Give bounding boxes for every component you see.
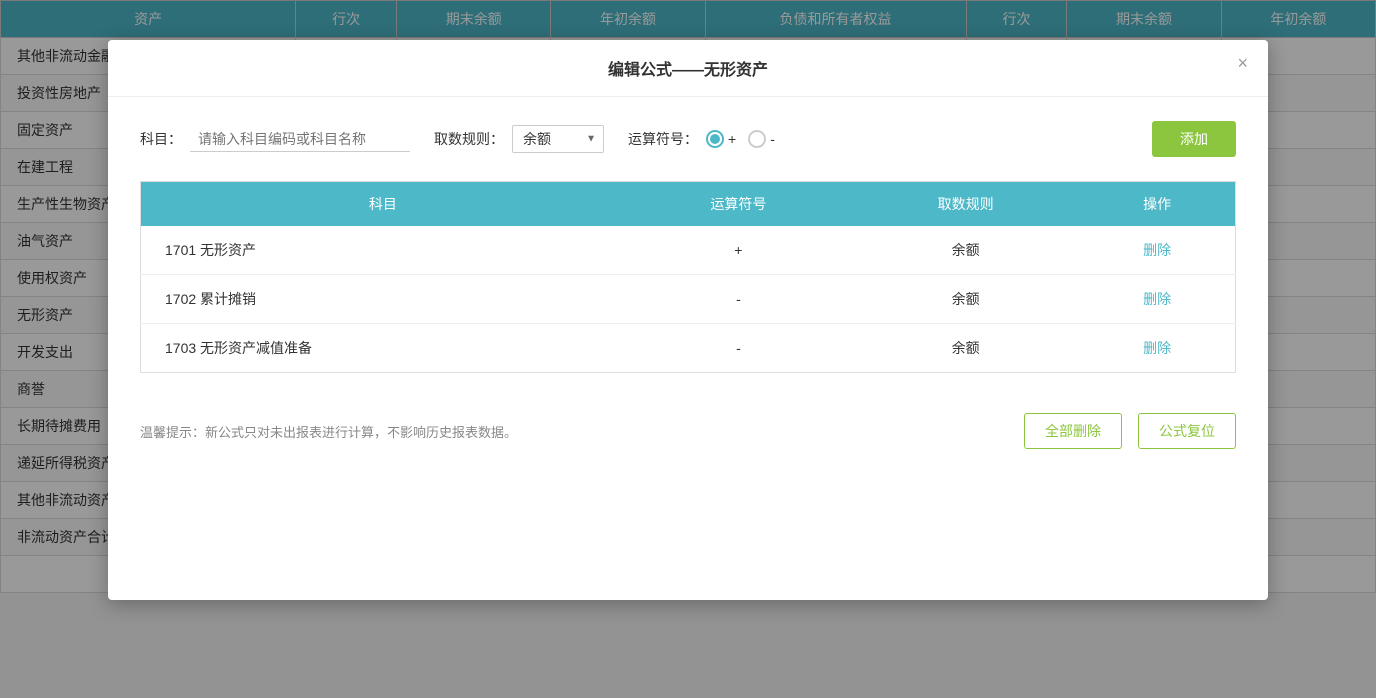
formula-table: 科目运算符号取数规则操作 1701 无形资产+余额删除1702 累计摊销-余额删… <box>140 181 1236 373</box>
formula-rule-cell: 余额 <box>852 226 1079 275</box>
add-button[interactable]: 添加 <box>1152 121 1236 157</box>
rule-label: 取数规则： <box>434 129 504 149</box>
modal-dialog: 编辑公式——无形资产 × 科目： 取数规则： 余额 期初余额 借方 <box>108 40 1268 600</box>
subject-input[interactable] <box>190 127 410 152</box>
subject-label: 科目： <box>140 129 182 149</box>
operator-label: 运算符号： <box>628 129 698 149</box>
radio-minus-item[interactable]: - <box>748 130 775 148</box>
formula-table-row: 1702 累计摊销-余额 删除 <box>141 275 1236 324</box>
radio-minus-label: - <box>770 131 775 147</box>
formula-table-header: 操作 <box>1079 182 1235 227</box>
reset-formula-button[interactable]: 公式复位 <box>1138 413 1236 449</box>
footer-buttons: 全部删除 公式复位 <box>1024 413 1236 449</box>
formula-action-cell: 删除 <box>1079 226 1235 275</box>
formula-delete-button[interactable]: 删除 <box>1143 338 1171 358</box>
formula-action-cell: 删除 <box>1079 324 1235 373</box>
formula-delete-button[interactable]: 删除 <box>1143 240 1171 260</box>
radio-plus-label: + <box>728 131 736 147</box>
formula-table-row: 1701 无形资产+余额 删除 <box>141 226 1236 275</box>
formula-delete-button[interactable]: 删除 <box>1143 289 1171 309</box>
formula-operator-cell: - <box>625 324 852 373</box>
modal-overlay: 编辑公式——无形资产 × 科目： 取数规则： 余额 期初余额 借方 <box>0 0 1376 698</box>
formula-table-header: 科目 <box>141 182 625 227</box>
modal-header: 编辑公式——无形资产 × <box>108 40 1268 97</box>
formula-operator-cell: - <box>625 275 852 324</box>
formula-table-header: 取数规则 <box>852 182 1079 227</box>
form-row: 科目： 取数规则： 余额 期初余额 借方 贷方 ▼ <box>140 121 1236 157</box>
operator-radio-group: + - <box>706 130 775 148</box>
formula-action-cell: 删除 <box>1079 275 1235 324</box>
modal-body: 科目： 取数规则： 余额 期初余额 借方 贷方 ▼ <box>108 97 1268 397</box>
radio-plus-item[interactable]: + <box>706 130 736 148</box>
footer-tip: 温馨提示：新公式只对未出报表进行计算，不影响历史报表数据。 <box>140 422 517 441</box>
formula-rule-cell: 余额 <box>852 275 1079 324</box>
formula-subject-cell: 1702 累计摊销 <box>141 275 625 324</box>
modal-close-button[interactable]: × <box>1237 54 1248 72</box>
formula-table-header: 运算符号 <box>625 182 852 227</box>
operator-group: 运算符号： + - <box>628 129 775 149</box>
radio-plus-circle[interactable] <box>706 130 724 148</box>
formula-table-row: 1703 无形资产减值准备-余额 删除 <box>141 324 1236 373</box>
rule-select-wrapper: 余额 期初余额 借方 贷方 ▼ <box>512 125 604 153</box>
delete-all-button[interactable]: 全部删除 <box>1024 413 1122 449</box>
subject-group: 科目： <box>140 127 410 152</box>
modal-footer: 温馨提示：新公式只对未出报表进行计算，不影响历史报表数据。 全部删除 公式复位 <box>108 397 1268 473</box>
formula-subject-cell: 1701 无形资产 <box>141 226 625 275</box>
rule-select[interactable]: 余额 期初余额 借方 贷方 <box>512 125 604 153</box>
radio-minus-circle[interactable] <box>748 130 766 148</box>
modal-title: 编辑公式——无形资产 <box>608 62 768 79</box>
rule-group: 取数规则： 余额 期初余额 借方 贷方 ▼ <box>434 125 604 153</box>
formula-subject-cell: 1703 无形资产减值准备 <box>141 324 625 373</box>
formula-operator-cell: + <box>625 226 852 275</box>
formula-rule-cell: 余额 <box>852 324 1079 373</box>
